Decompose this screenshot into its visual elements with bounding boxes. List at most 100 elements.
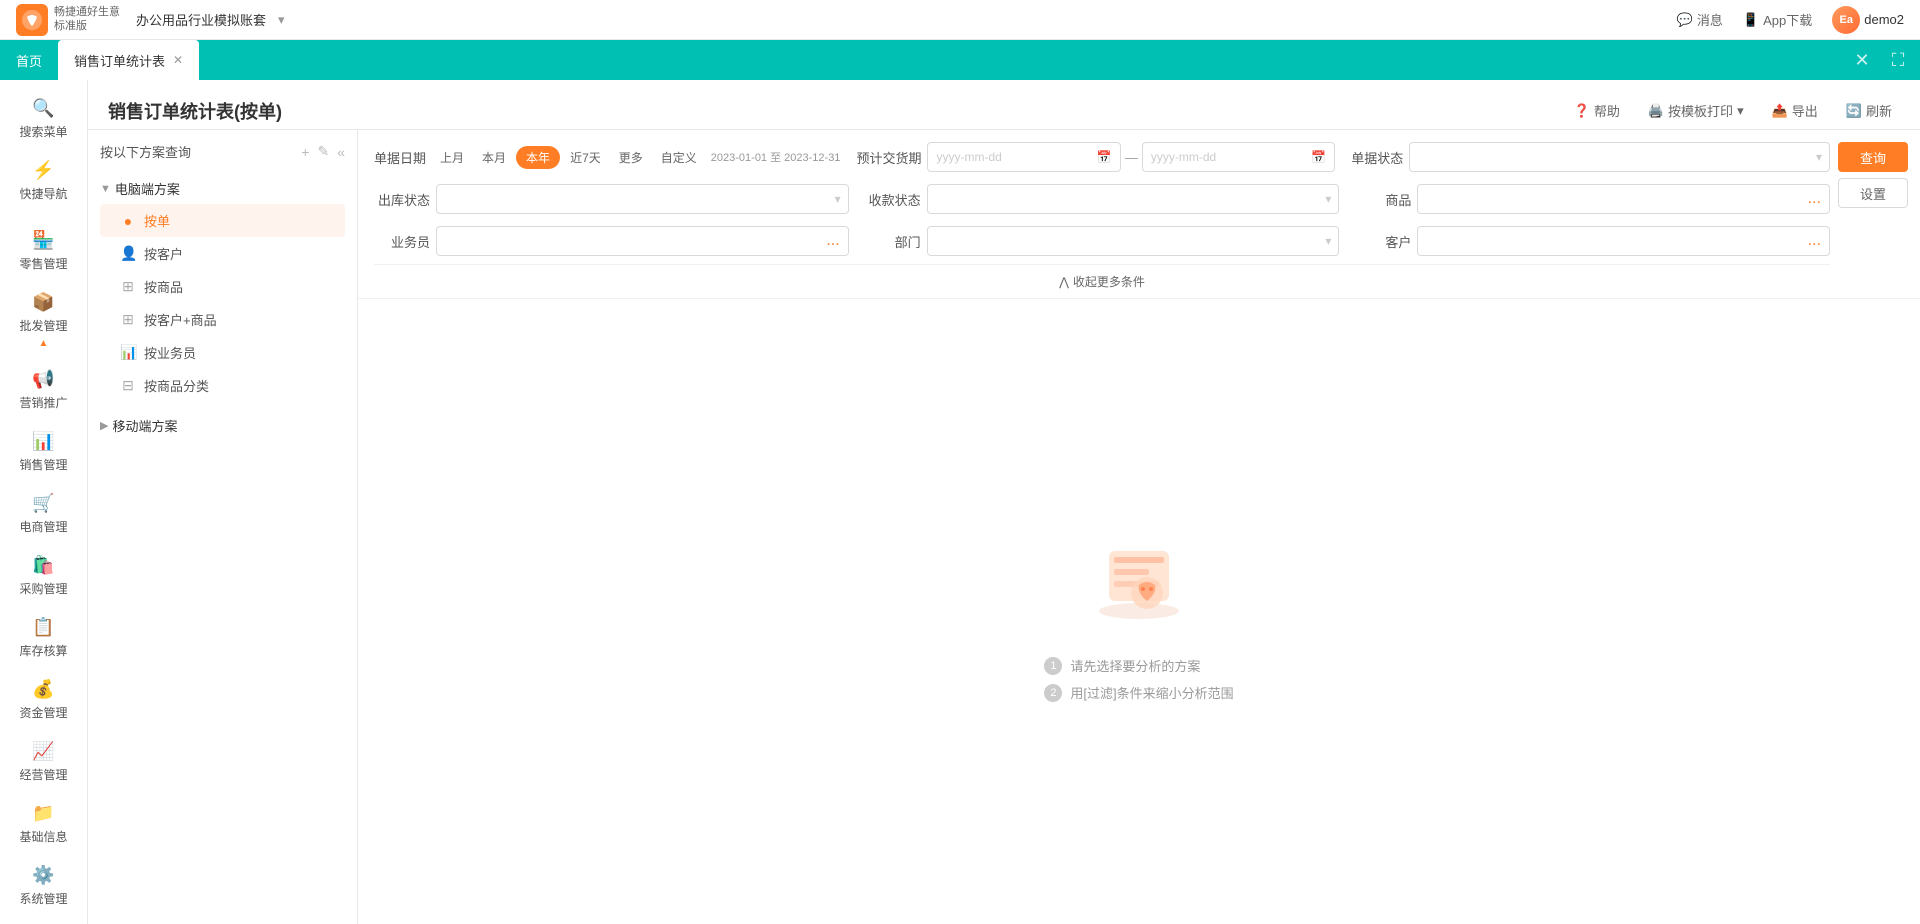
- scheme-item-by-order[interactable]: ● 按单: [100, 204, 345, 237]
- message-icon: 💬: [1677, 12, 1693, 28]
- sidebar-item-quick-nav[interactable]: ⚡ 快捷导航: [0, 150, 87, 212]
- tab-fullscreen-icon[interactable]: ⛶: [1884, 46, 1912, 74]
- basic-info-icon: 📁: [32, 803, 54, 824]
- sidebar-item-system-mgmt[interactable]: ⚙️ 系统管理: [0, 855, 87, 917]
- sidebar-item-finance[interactable]: 💰 资金管理: [0, 669, 87, 731]
- logo-area: 畅捷通好生意 标准版: [16, 4, 120, 36]
- scheme-header-mobile[interactable]: ▶ 移动端方案: [100, 410, 345, 441]
- scheme-by-customer-icon: 👤: [120, 245, 136, 262]
- app-title-dropdown-icon[interactable]: ▾: [278, 12, 285, 28]
- edit-scheme-icon[interactable]: ✎: [317, 143, 329, 160]
- date-btn-this-year[interactable]: 本年: [516, 146, 560, 169]
- help-btn[interactable]: ❓ 帮助: [1566, 97, 1628, 124]
- scheme-expand-icon: ▼: [100, 183, 111, 195]
- wholesale-expand-icon: ▲: [39, 338, 49, 349]
- sidebar-item-inventory[interactable]: 📋 库存核算: [0, 607, 87, 669]
- date-btn-custom[interactable]: 自定义: [653, 146, 705, 169]
- sidebar-item-purchase-mgmt[interactable]: 🛍️ 采购管理: [0, 545, 87, 607]
- app-download-action[interactable]: 📱 App下载: [1743, 10, 1812, 29]
- print-dropdown-icon: ▾: [1737, 103, 1744, 119]
- scheme-item-by-customer-goods[interactable]: ⊞ 按客户+商品: [100, 303, 345, 336]
- salesperson-ellipsis-btn[interactable]: ...: [826, 232, 839, 250]
- scheme-header-desktop[interactable]: ▼ 电脑端方案: [100, 173, 345, 204]
- scheme-by-sp-icon: 📊: [120, 344, 136, 361]
- expected-delivery-label: 预计交货期: [856, 148, 921, 167]
- panel-body: 按以下方案查询 + ✎ « ▼ 电脑端方案 ● 按单: [88, 130, 1920, 924]
- hint-num-2: 2: [1044, 684, 1062, 702]
- goods-ellipsis-btn[interactable]: ...: [1808, 190, 1821, 208]
- scheme-item-by-customer[interactable]: 👤 按客户: [100, 237, 345, 270]
- salesperson-label: 业务员: [374, 232, 430, 251]
- filter-panel-header-actions: + ✎ «: [301, 143, 345, 160]
- scheme-item-by-goods-category[interactable]: ⊟ 按商品分类: [100, 369, 345, 402]
- empty-hints: 1 请先选择要分析的方案 2 用[过滤]条件来缩小分析范围: [1044, 656, 1233, 702]
- date-buttons: 上月 本月 本年 近7天 更多 自定义: [432, 146, 705, 169]
- bill-status-select[interactable]: [1409, 142, 1830, 172]
- operations-icon: 📈: [32, 741, 54, 762]
- mobile-scheme-group: ▶ 移动端方案: [88, 406, 357, 445]
- shipment-status-group: 出库状态 ▾: [374, 184, 849, 214]
- collapse-panel-icon[interactable]: «: [337, 144, 345, 160]
- collapse-bar[interactable]: ⋀ 收起更多条件: [374, 264, 1830, 298]
- customer-ellipsis-btn[interactable]: ...: [1808, 232, 1821, 250]
- shipment-status-select[interactable]: [436, 184, 849, 214]
- filter-container: 单据日期 上月 本月 本年 近7天 更多 自定义 2023-01-01 至 20…: [358, 130, 1920, 299]
- scheme-item-by-goods[interactable]: ⊞ 按商品: [100, 270, 345, 303]
- user-area[interactable]: Ea demo2: [1832, 6, 1904, 34]
- salesperson-input[interactable]: ...: [436, 226, 849, 256]
- tab-close-icon[interactable]: ✕: [173, 53, 183, 67]
- sidebar-item-ecommerce[interactable]: 🛒 电商管理: [0, 483, 87, 545]
- date-btn-last-month[interactable]: 上月: [432, 146, 472, 169]
- delivery-date-end[interactable]: yyyy-mm-dd 📅: [1142, 142, 1335, 172]
- scheme-item-by-salesperson[interactable]: 📊 按业务员: [100, 336, 345, 369]
- content-area: 销售订单统计表(按单) ❓ 帮助 🖨️ 按模板打印 ▾ 📤 导出 🔄 刷新: [88, 80, 1920, 924]
- sidebar-item-basic-info[interactable]: 📁 基础信息: [0, 793, 87, 855]
- sidebar-item-wholesale-mgmt[interactable]: 📦 批发管理 ▲: [0, 282, 87, 359]
- scheme-by-cg-icon: ⊞: [120, 311, 136, 328]
- date-btn-last-7days[interactable]: 近7天: [562, 146, 609, 169]
- tab-sales-order-stats[interactable]: 销售订单统计表 ✕: [58, 40, 199, 80]
- filter-scheme-group: ▼ 电脑端方案 ● 按单 👤 按客户 ⊞ 按商品: [88, 169, 357, 406]
- delivery-date-start[interactable]: yyyy-mm-dd 📅: [927, 142, 1120, 172]
- export-btn[interactable]: 📤 导出: [1764, 97, 1826, 124]
- tab-home[interactable]: 首页: [0, 40, 58, 80]
- purchase-mgmt-icon: 🛍️: [32, 555, 54, 576]
- payment-status-select[interactable]: [927, 184, 1340, 214]
- department-select[interactable]: [927, 226, 1340, 256]
- filter-panel: 按以下方案查询 + ✎ « ▼ 电脑端方案 ● 按单: [88, 130, 358, 924]
- bill-status-group: 单据状态 ▾: [1351, 142, 1830, 172]
- settings-btn[interactable]: 设置: [1838, 178, 1908, 208]
- refresh-btn[interactable]: 🔄 刷新: [1838, 97, 1900, 124]
- top-bar-left: 畅捷通好生意 标准版 办公用品行业模拟账套 ▾: [16, 4, 285, 36]
- shipment-status-select-wrapper: ▾: [436, 184, 849, 214]
- download-icon: 📱: [1743, 12, 1759, 28]
- add-scheme-icon[interactable]: +: [301, 144, 309, 160]
- payment-status-group: 收款状态 ▾: [865, 184, 1340, 214]
- retail-mgmt-icon: 🏪: [32, 230, 54, 251]
- sidebar-item-marketing[interactable]: 📢 营销推广: [0, 359, 87, 421]
- tab-close-all-icon[interactable]: ✕: [1848, 46, 1876, 74]
- sidebar-item-search-menu[interactable]: 🔍 搜索菜单: [0, 88, 87, 150]
- date-btn-more[interactable]: 更多: [611, 146, 651, 169]
- help-icon: ❓: [1574, 103, 1590, 119]
- department-select-wrapper: ▾: [927, 226, 1340, 256]
- sidebar-item-operations[interactable]: 📈 经营管理: [0, 731, 87, 793]
- sidebar-item-retail-mgmt[interactable]: 🏪 零售管理: [0, 220, 87, 282]
- cal-start-icon: 📅: [1097, 150, 1112, 164]
- logo-icon: [16, 4, 48, 36]
- date-btn-this-month[interactable]: 本月: [474, 146, 514, 169]
- query-btn[interactable]: 查询: [1838, 142, 1908, 172]
- hint-num-1: 1: [1044, 657, 1062, 675]
- inventory-icon: 📋: [32, 617, 54, 638]
- date-range-text: 2023-01-01 至 2023-12-31: [711, 149, 841, 165]
- filter-row-2: 出库状态 ▾ 收款状态 ▾: [374, 184, 1830, 214]
- sidebar-item-sales-mgmt[interactable]: 📊 销售管理: [0, 421, 87, 483]
- goods-input[interactable]: ...: [1417, 184, 1830, 214]
- template-print-btn[interactable]: 🖨️ 按模板打印 ▾: [1640, 97, 1752, 124]
- delivery-date-inputs: yyyy-mm-dd 📅 — yyyy-mm-dd 📅: [927, 142, 1335, 172]
- filter-row-3: 业务员 ... 部门 ▾: [374, 226, 1830, 256]
- message-action[interactable]: 💬 消息: [1677, 10, 1723, 29]
- sidebar-item-enterprise-collab[interactable]: 🤝 企业协同: [0, 917, 87, 924]
- tab-bar-actions: ✕ ⛶: [1848, 46, 1920, 74]
- customer-input[interactable]: ...: [1417, 226, 1830, 256]
